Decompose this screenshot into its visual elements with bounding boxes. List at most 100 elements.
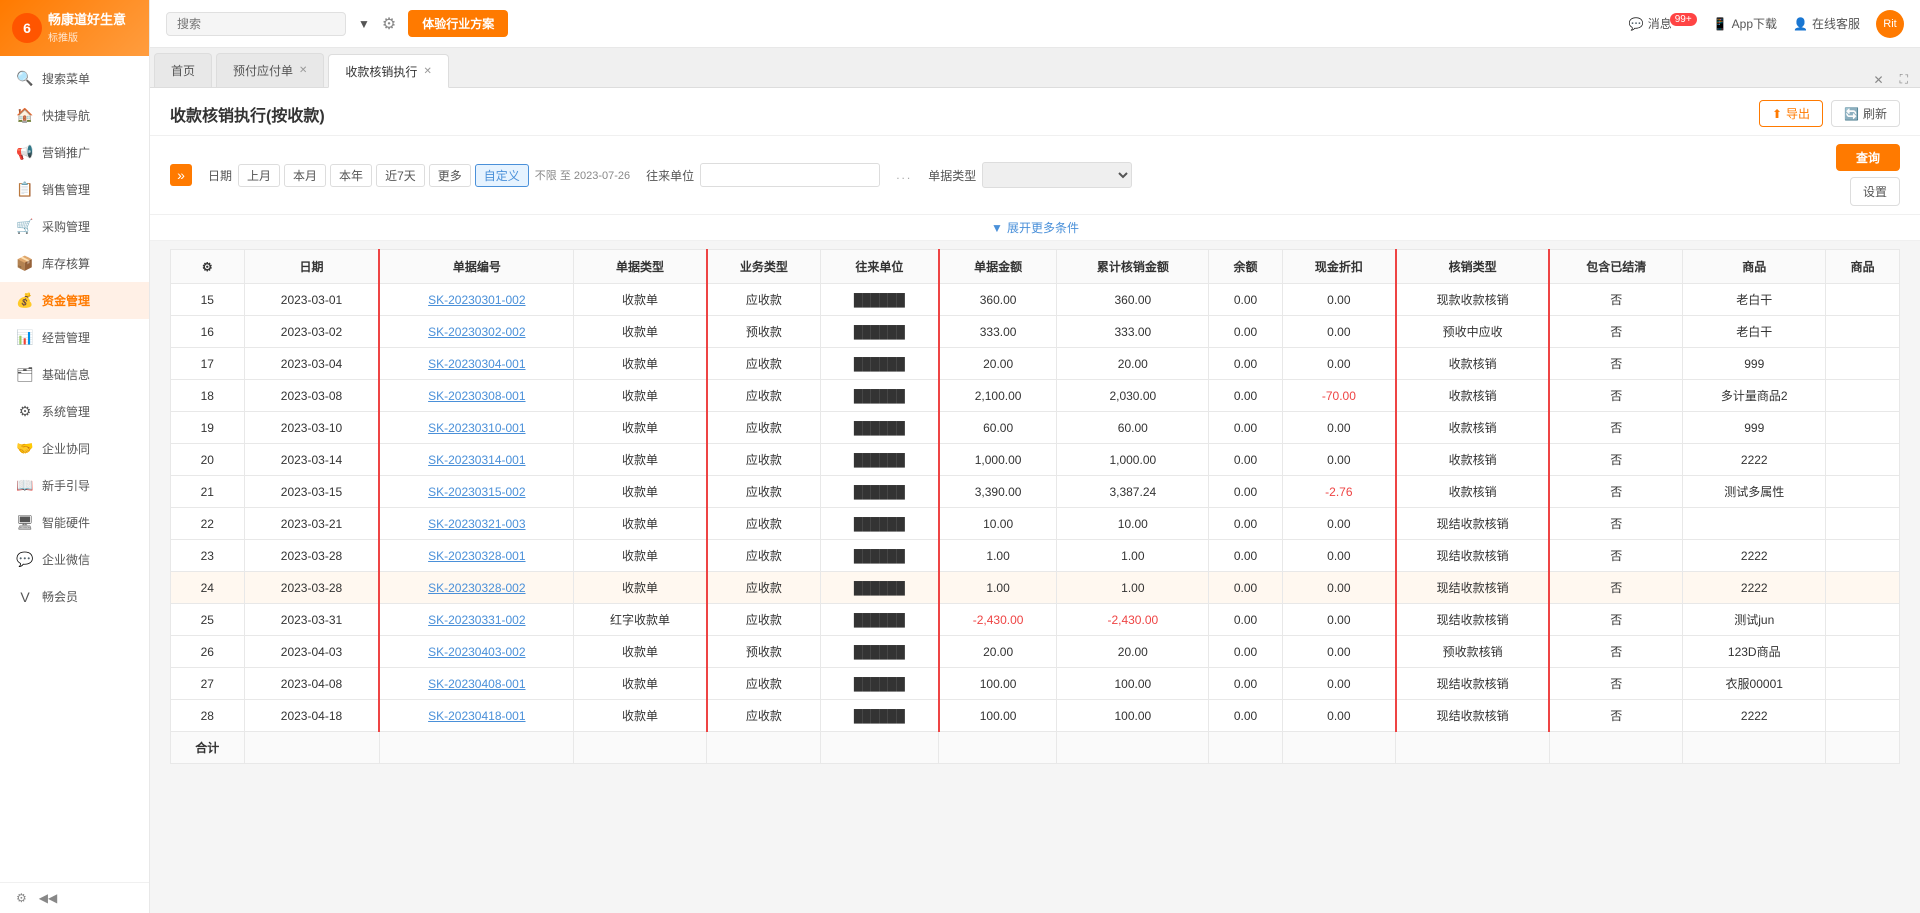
- date-btn-本月[interactable]: 本月: [284, 164, 326, 187]
- td-biz_type: 应收款: [707, 348, 821, 380]
- td-amount: 1.00: [939, 572, 1057, 604]
- th-amount: 单据金额: [939, 250, 1057, 284]
- td-order_no[interactable]: SK-20230304-001: [379, 348, 573, 380]
- hardware-icon: 🖥: [16, 514, 34, 531]
- td-order_no[interactable]: SK-20230403-002: [379, 636, 573, 668]
- sidebar-item-finance[interactable]: 💰资金管理: [0, 282, 149, 319]
- td-order_no[interactable]: SK-20230308-001: [379, 380, 573, 412]
- sidebar-item-system[interactable]: ⚙系统管理: [0, 393, 149, 430]
- td-order_no[interactable]: SK-20230331-002: [379, 604, 573, 636]
- td-include_settled: 否: [1549, 508, 1682, 540]
- table-row: 222023-03-21SK-20230321-003收款单应收款██████1…: [171, 508, 1900, 540]
- solution-button[interactable]: 体验行业方案: [408, 10, 508, 37]
- th-order_type: 单据类型: [574, 250, 707, 284]
- td-verify_type: 现款收款核销: [1396, 284, 1550, 316]
- filter-toggle-button[interactable]: »: [170, 164, 192, 186]
- search-input[interactable]: [166, 12, 346, 36]
- date-btn-更多[interactable]: 更多: [429, 164, 471, 187]
- tab-首页[interactable]: 首页: [154, 53, 212, 87]
- td-order_no[interactable]: SK-20230321-003: [379, 508, 573, 540]
- inventory-icon: 📦: [16, 255, 34, 272]
- tab-close-icon[interactable]: ✕: [299, 65, 307, 76]
- total-cell-9: [1282, 732, 1396, 764]
- td-order_no[interactable]: SK-20230310-001: [379, 412, 573, 444]
- sidebar-item-search[interactable]: 🔍搜索菜单: [0, 60, 149, 97]
- date-filter-group: 日期 上月本月本年近7天更多自定义 不限 至 2023-07-26: [208, 164, 630, 187]
- date-btn-custom[interactable]: 自定义: [475, 164, 529, 187]
- query-button[interactable]: 查询: [1836, 144, 1900, 171]
- td-order_type: 收款单: [574, 508, 707, 540]
- purchase-icon: 🛒: [16, 218, 34, 235]
- td-order_no[interactable]: SK-20230328-001: [379, 540, 573, 572]
- partner-input[interactable]: [700, 163, 880, 187]
- tabbar-actions: ✕⛶: [1874, 72, 1920, 87]
- sidebar-item-sales[interactable]: 📋销售管理: [0, 171, 149, 208]
- fullscreen-icon[interactable]: ⛶: [1900, 72, 1908, 87]
- td-order_no[interactable]: SK-20230302-002: [379, 316, 573, 348]
- td-biz_type: 应收款: [707, 284, 821, 316]
- sidebar-item-hardware[interactable]: 🖥智能硬件: [0, 504, 149, 541]
- sidebar-item-wechat[interactable]: 💬企业微信: [0, 541, 149, 578]
- tab-预付应付单[interactable]: 预付应付单✕: [216, 53, 324, 87]
- tab-close-icon[interactable]: ✕: [423, 66, 431, 77]
- export-button[interactable]: ⬆ 导出: [1759, 100, 1823, 127]
- expand-bar: ▼ 展开更多条件: [150, 215, 1920, 241]
- date-btn-上月[interactable]: 上月: [238, 164, 280, 187]
- total-cell-7: [1057, 732, 1209, 764]
- td-partner: ██████: [820, 540, 938, 572]
- app-download-group[interactable]: 📱 App下载: [1713, 15, 1777, 32]
- td-verified: 360.00: [1057, 284, 1209, 316]
- date-btn-近7天[interactable]: 近7天: [376, 164, 425, 187]
- message-icon: 💬: [1629, 17, 1644, 31]
- receipt-type-select[interactable]: [982, 162, 1132, 188]
- sidebar-item-purchase[interactable]: 🛒采购管理: [0, 208, 149, 245]
- sidebar-item-marketing[interactable]: 📢营销推广: [0, 134, 149, 171]
- td-idx: 19: [171, 412, 245, 444]
- sidebar-item-base[interactable]: 🗂基础信息: [0, 356, 149, 393]
- sidebar-item-enterprise[interactable]: 🤝企业协同: [0, 430, 149, 467]
- tab-label: 首页: [171, 62, 195, 79]
- user-avatar-group[interactable]: Rit: [1876, 10, 1904, 38]
- date-btn-本年[interactable]: 本年: [330, 164, 372, 187]
- settings-icon[interactable]: ⚙: [16, 891, 27, 905]
- sidebar-logo: 6 畅康道好生意 标推版: [0, 0, 149, 56]
- td-order_no[interactable]: SK-20230301-002: [379, 284, 573, 316]
- td-order_no[interactable]: SK-20230418-001: [379, 700, 573, 732]
- export-icon: ⬆: [1772, 107, 1782, 121]
- tab-收款核销执行[interactable]: 收款核销执行✕: [328, 54, 448, 88]
- sidebar-item-guide[interactable]: 📖新手引导: [0, 467, 149, 504]
- topbar-dropdown[interactable]: ▼: [358, 17, 370, 31]
- td-order_no[interactable]: SK-20230315-002: [379, 476, 573, 508]
- td-include_settled: 否: [1549, 604, 1682, 636]
- page-actions: ⬆ 导出 🔄 刷新: [1759, 100, 1900, 127]
- online-service-group[interactable]: 👤 在线客服: [1793, 15, 1860, 32]
- close-tab-icon[interactable]: ✕: [1874, 73, 1884, 87]
- messages-group[interactable]: 💬 消息 99+: [1629, 15, 1697, 32]
- td-biz_type: 预收款: [707, 636, 821, 668]
- td-order_no[interactable]: SK-20230314-001: [379, 444, 573, 476]
- setting-button[interactable]: 设置: [1850, 177, 1900, 206]
- th-balance: 余额: [1209, 250, 1283, 284]
- expand-button[interactable]: ▼ 展开更多条件: [991, 219, 1079, 236]
- td-date: 2023-03-10: [244, 412, 379, 444]
- total-cell-13: [1826, 732, 1900, 764]
- refresh-button[interactable]: 🔄 刷新: [1831, 100, 1900, 127]
- sidebar-item-member[interactable]: V畅会员: [0, 578, 149, 615]
- data-table: ⚙日期单据编号单据类型业务类型往来单位单据金额累计核销金额余额现金折扣核销类型包…: [170, 249, 1900, 764]
- topbar-gear-icon[interactable]: ⚙: [382, 14, 396, 34]
- collapse-icon[interactable]: ◀◀: [39, 891, 57, 905]
- td-discount: 0.00: [1282, 540, 1396, 572]
- sidebar-item-nav[interactable]: 🏠快捷导航: [0, 97, 149, 134]
- total-cell-11: [1549, 732, 1682, 764]
- td-partner: ██████: [820, 380, 938, 412]
- sidebar-item-operations[interactable]: 📊经营管理: [0, 319, 149, 356]
- sales-label: 销售管理: [42, 181, 90, 198]
- system-label: 系统管理: [42, 403, 90, 420]
- td-goods2: [1826, 636, 1900, 668]
- sidebar-item-inventory[interactable]: 📦库存核算: [0, 245, 149, 282]
- td-order_no[interactable]: SK-20230408-001: [379, 668, 573, 700]
- td-verify_type: 现结收款核销: [1396, 508, 1550, 540]
- total-cell-10: [1396, 732, 1550, 764]
- td-idx: 28: [171, 700, 245, 732]
- td-order_no[interactable]: SK-20230328-002: [379, 572, 573, 604]
